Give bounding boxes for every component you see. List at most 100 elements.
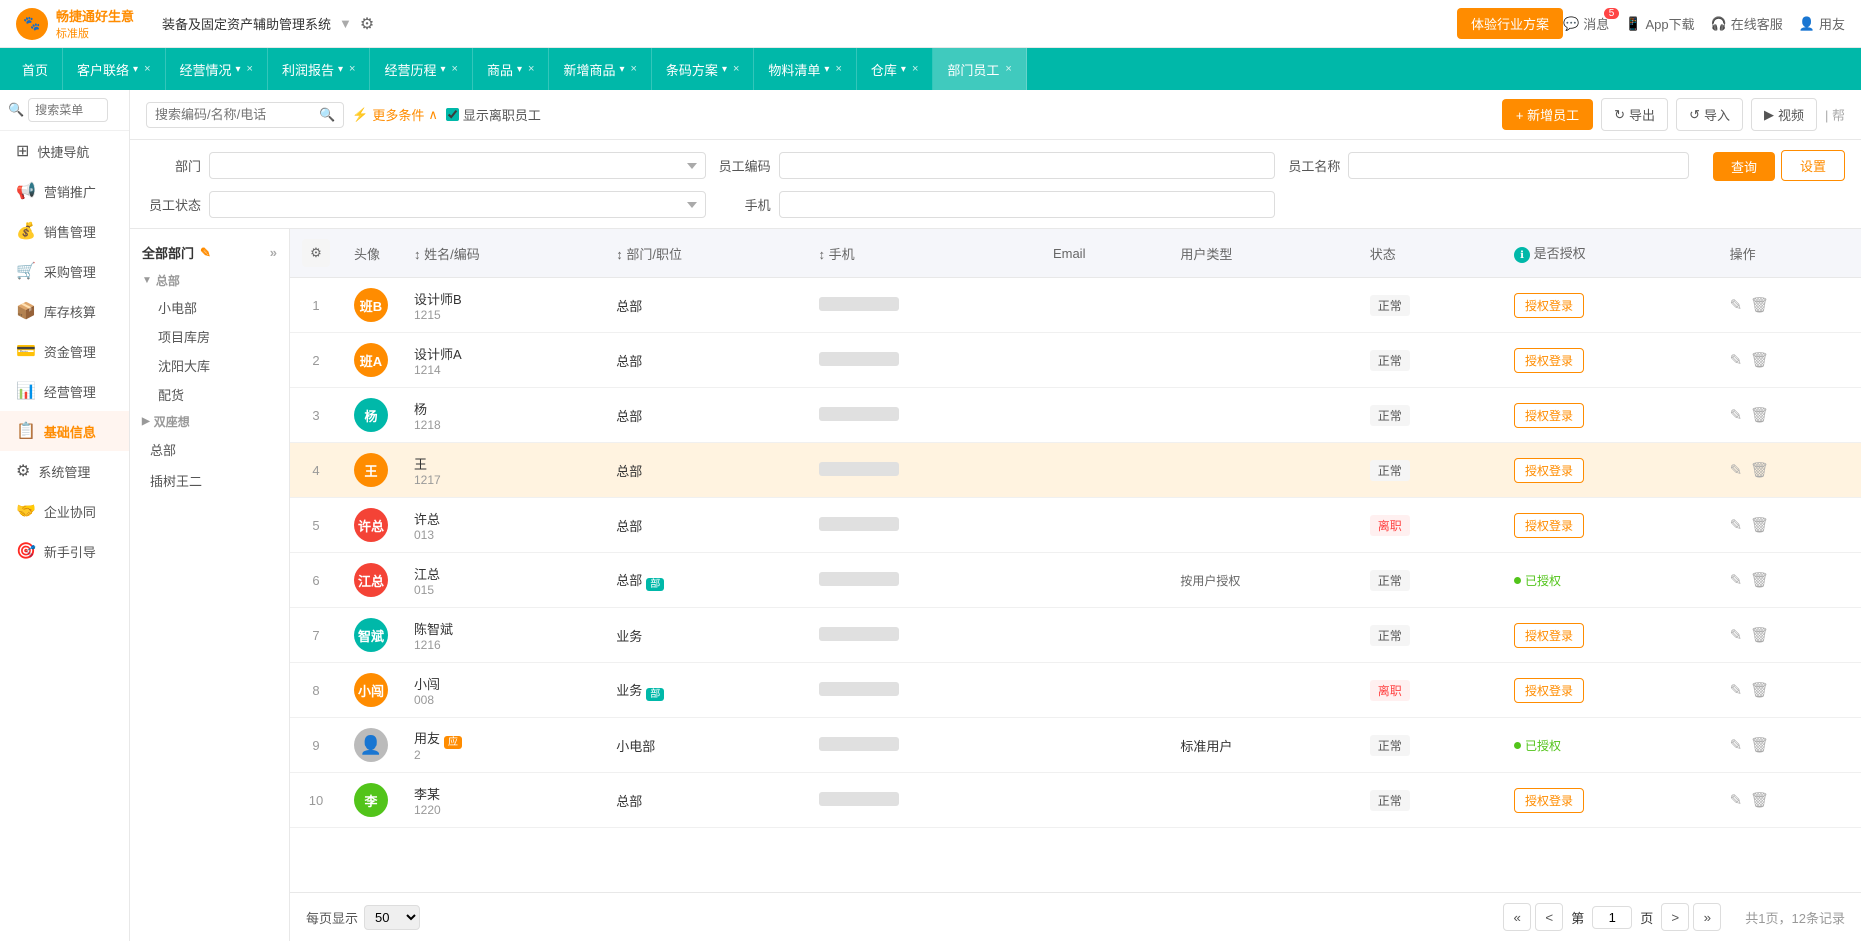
col-dept-header[interactable]: ↕ 部门/职位	[604, 229, 806, 278]
close-icon[interactable]: ×	[733, 63, 739, 75]
set-btn[interactable]: 设置	[1781, 150, 1845, 181]
tab-barcode[interactable]: 条码方案 ▾ ×	[652, 48, 754, 90]
delete-icon[interactable]: 🗑	[1750, 736, 1769, 754]
edit-icon[interactable]: ✎	[200, 245, 211, 261]
close-icon[interactable]: ×	[144, 63, 150, 75]
edit-icon[interactable]: ✎	[1730, 571, 1743, 589]
show-resigned-checkbox[interactable]	[446, 108, 459, 121]
sidebar-item-sales[interactable]: 💰 销售管理	[0, 211, 129, 251]
message-btn[interactable]: 💬 消息 5	[1563, 14, 1609, 33]
filter-dept-select[interactable]	[209, 152, 706, 179]
tab-bom[interactable]: 物料清单 ▾ ×	[754, 48, 856, 90]
sidebar-item-finance[interactable]: 💳 资金管理	[0, 331, 129, 371]
auth-btn[interactable]: 授权登录	[1514, 788, 1584, 813]
close-icon[interactable]: ×	[1005, 63, 1011, 75]
user-btn[interactable]: 👤 用友	[1799, 14, 1845, 33]
sidebar-item-operations[interactable]: 📊 经营管理	[0, 371, 129, 411]
auth-btn[interactable]: 授权登录	[1514, 678, 1584, 703]
edit-icon[interactable]: ✎	[1730, 736, 1743, 754]
tab-employees[interactable]: 部门员工 ×	[933, 48, 1026, 90]
edit-icon[interactable]: ✎	[1730, 626, 1743, 644]
tab-history[interactable]: 经营历程 ▾ ×	[370, 48, 472, 90]
filter-emp-name-input[interactable]	[1348, 152, 1689, 179]
import-btn[interactable]: ↺ 导入	[1676, 98, 1743, 131]
dept-item-xiaodian[interactable]: 小电部	[130, 293, 289, 322]
delete-icon[interactable]: 🗑	[1750, 791, 1769, 809]
dept-item-project[interactable]: 项目库房	[130, 322, 289, 351]
last-page-btn[interactable]: »	[1693, 903, 1721, 931]
close-icon[interactable]: ×	[528, 63, 534, 75]
dept-item-shenyang[interactable]: 沈阳大库	[130, 351, 289, 380]
sidebar-item-purchase[interactable]: 🛒 采购管理	[0, 251, 129, 291]
delete-icon[interactable]: 🗑	[1750, 406, 1769, 424]
query-btn[interactable]: 查询	[1713, 152, 1775, 181]
filter-emp-status-select[interactable]	[209, 191, 706, 218]
edit-icon[interactable]: ✎	[1730, 351, 1743, 369]
auth-btn[interactable]: 授权登录	[1514, 458, 1584, 483]
delete-icon[interactable]: 🗑	[1750, 681, 1769, 699]
close-icon[interactable]: ×	[835, 63, 841, 75]
dept-item-peihuo[interactable]: 配货	[130, 380, 289, 409]
close-icon[interactable]: ×	[349, 63, 355, 75]
dept-group-shuangzuoxiang[interactable]: ▶ 双座想	[130, 409, 289, 434]
tab-add-goods[interactable]: 新增商品 ▾ ×	[549, 48, 651, 90]
col-settings-btn[interactable]: ⚙	[302, 239, 330, 267]
tab-home[interactable]: 首页	[8, 48, 63, 90]
online-service-btn[interactable]: 🎧 在线客服	[1711, 14, 1783, 33]
edit-icon[interactable]: ✎	[1730, 406, 1743, 424]
sidebar-item-system[interactable]: ⚙ 系统管理	[0, 451, 129, 491]
try-btn[interactable]: 体验行业方案	[1457, 8, 1563, 39]
auth-btn[interactable]: 授权登录	[1514, 513, 1584, 538]
sidebar-item-quick-nav[interactable]: ⊞ 快捷导航	[0, 131, 129, 171]
auth-info-icon[interactable]: ℹ	[1514, 247, 1530, 263]
col-name-header[interactable]: ↕ 姓名/编码	[402, 229, 604, 278]
edit-icon[interactable]: ✎	[1730, 681, 1743, 699]
close-icon[interactable]: ×	[452, 63, 458, 75]
edit-icon[interactable]: ✎	[1730, 296, 1743, 314]
dept-item-zongbu-direct[interactable]: 总部	[130, 434, 289, 465]
delete-icon[interactable]: 🗑	[1750, 571, 1769, 589]
close-icon[interactable]: ×	[247, 63, 253, 75]
col-phone-header[interactable]: ↕ 手机	[807, 229, 1041, 278]
export-btn[interactable]: ↻ 导出	[1601, 98, 1668, 131]
title-dropdown-icon[interactable]: ▼	[339, 16, 352, 31]
auth-btn[interactable]: 授权登录	[1514, 293, 1584, 318]
dept-group-zongbu[interactable]: ▼ 总部	[130, 268, 289, 293]
more-options-btn[interactable]: | 帮	[1825, 105, 1845, 124]
edit-icon[interactable]: ✎	[1730, 461, 1743, 479]
per-page-select[interactable]: 50 100	[364, 905, 420, 930]
delete-icon[interactable]: 🗑	[1750, 296, 1769, 314]
tab-operations[interactable]: 经营情况 ▾ ×	[166, 48, 268, 90]
first-page-btn[interactable]: «	[1503, 903, 1531, 931]
search-input[interactable]	[155, 107, 315, 122]
tab-profit[interactable]: 利润报告 ▾ ×	[268, 48, 370, 90]
prev-page-btn[interactable]: <	[1535, 903, 1563, 931]
tab-warehouse[interactable]: 仓库 ▾ ×	[857, 48, 933, 90]
dept-item-chashuwanger[interactable]: 插树王二	[130, 465, 289, 496]
tab-goods[interactable]: 商品 ▾ ×	[473, 48, 549, 90]
edit-icon[interactable]: ✎	[1730, 516, 1743, 534]
delete-icon[interactable]: 🗑	[1750, 626, 1769, 644]
auth-btn[interactable]: 授权登录	[1514, 348, 1584, 373]
sidebar-item-guide[interactable]: 🎯 新手引导	[0, 531, 129, 571]
delete-icon[interactable]: 🗑	[1750, 351, 1769, 369]
collapse-icon[interactable]: »	[270, 245, 277, 260]
sidebar-item-marketing[interactable]: 📢 营销推广	[0, 171, 129, 211]
add-employee-btn[interactable]: + 新增员工	[1502, 99, 1593, 130]
delete-icon[interactable]: 🗑	[1750, 461, 1769, 479]
auth-btn[interactable]: 授权登录	[1514, 403, 1584, 428]
next-page-btn[interactable]: >	[1661, 903, 1689, 931]
delete-icon[interactable]: 🗑	[1750, 516, 1769, 534]
more-filters-btn[interactable]: ⚡ 更多条件 ∧	[352, 105, 438, 124]
sidebar-item-enterprise[interactable]: 🤝 企业协同	[0, 491, 129, 531]
view-btn[interactable]: ▶ 视频	[1751, 98, 1817, 131]
app-download-btn[interactable]: 📱 App下载	[1625, 14, 1694, 33]
settings-icon[interactable]: ⚙	[360, 14, 374, 34]
auth-btn[interactable]: 授权登录	[1514, 623, 1584, 648]
close-icon[interactable]: ×	[630, 63, 636, 75]
sidebar-item-basic[interactable]: 📋 基础信息	[0, 411, 129, 451]
page-number-input[interactable]	[1592, 906, 1632, 929]
filter-emp-code-input[interactable]	[779, 152, 1276, 179]
close-icon[interactable]: ×	[912, 63, 918, 75]
sidebar-item-inventory[interactable]: 📦 库存核算	[0, 291, 129, 331]
